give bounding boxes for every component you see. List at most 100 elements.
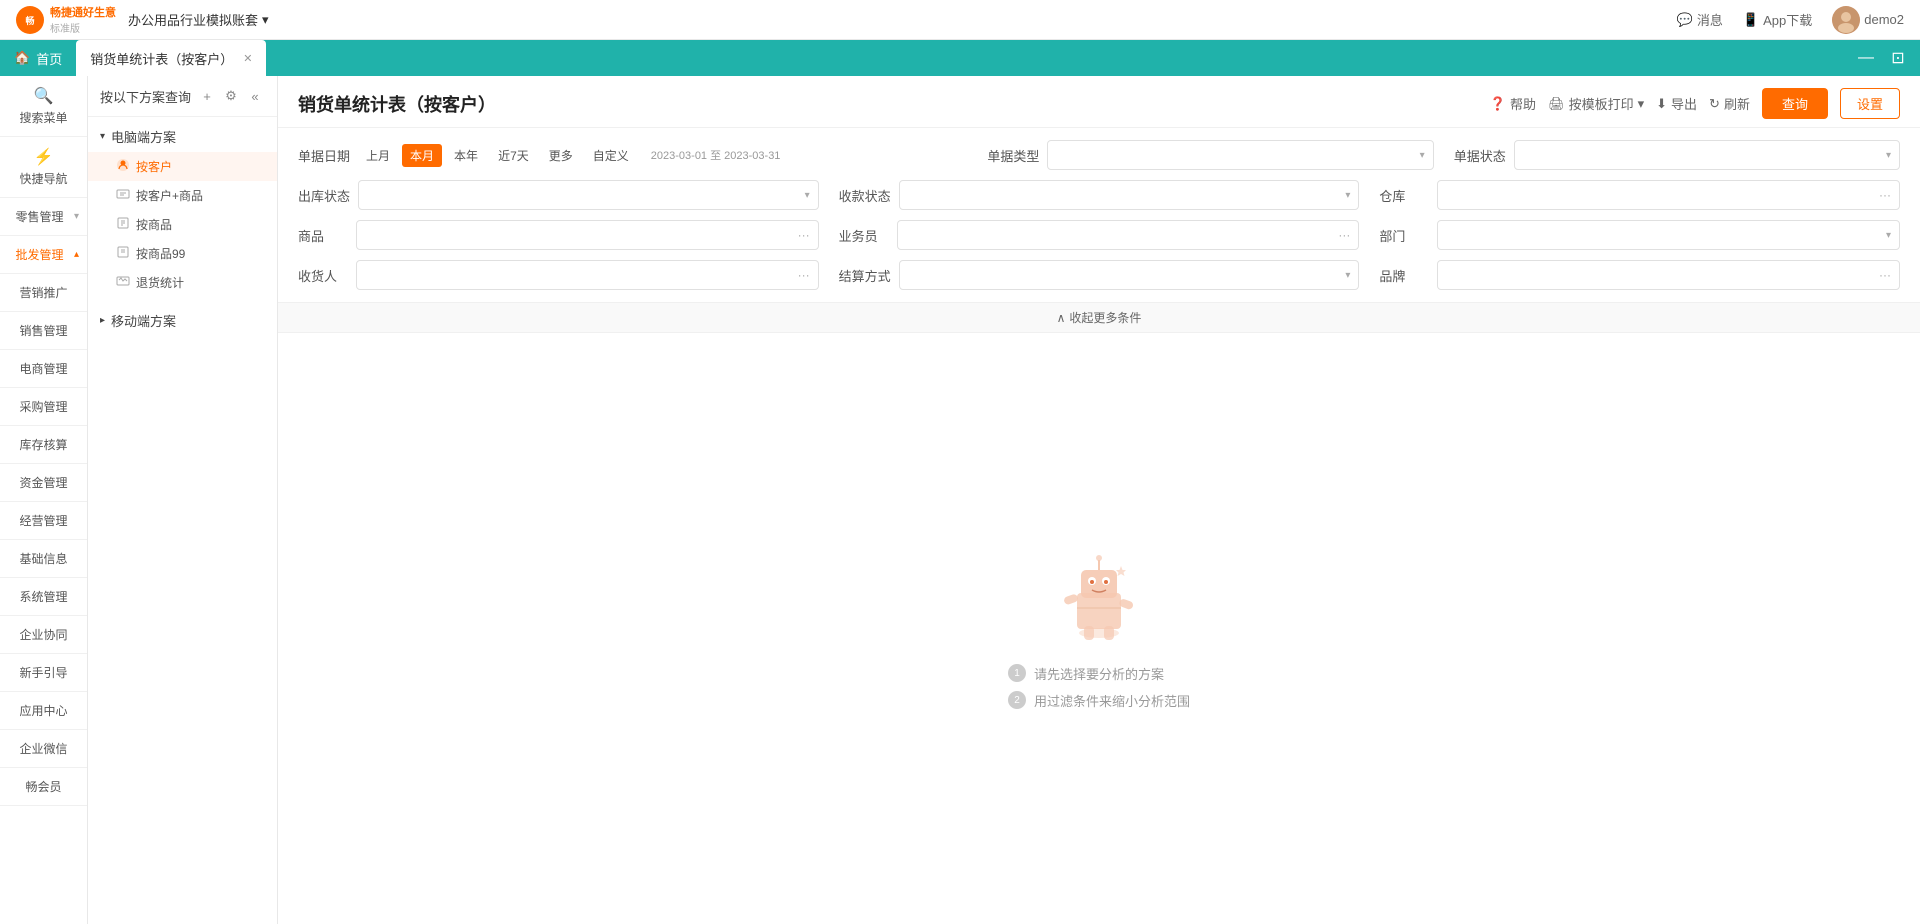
refresh-label: 刷新: [1724, 94, 1750, 113]
add-scheme-button[interactable]: +: [197, 86, 217, 106]
sidebar-item-appcenter[interactable]: 应用中心: [0, 692, 87, 730]
sidebar-item-system[interactable]: 系统管理: [0, 578, 87, 616]
sidebar-item-member[interactable]: 畅会员: [0, 768, 87, 806]
out-status-select[interactable]: ▾: [358, 180, 819, 210]
payment-status-select[interactable]: ▾: [899, 180, 1360, 210]
collapse-panel-button[interactable]: «: [245, 86, 265, 106]
product-select[interactable]: ···: [356, 220, 819, 250]
page-actions: ❓ 帮助 🖨 按模板打印 ▾ ⬇ 导出 ↻ 刷新: [1490, 88, 1900, 119]
scheme-item-by-product-99[interactable]: 按商品99: [88, 239, 277, 268]
sidebar-item-retail[interactable]: 零售管理 ▾: [0, 198, 87, 236]
order-type-label: 单据类型: [987, 146, 1039, 165]
product-label: 商品: [298, 226, 348, 245]
export-button[interactable]: ⬇ 导出: [1656, 94, 1697, 113]
collapse-label: 收起更多条件: [1069, 309, 1141, 326]
home-icon: 🏠: [14, 50, 30, 66]
username-label: demo2: [1864, 12, 1904, 27]
sidebar-item-marketing[interactable]: 营销推广: [0, 274, 87, 312]
scheme-group-desktop-header[interactable]: ▾ 电脑端方案: [88, 121, 277, 152]
chevron-down-icon: ▴: [74, 249, 79, 260]
sidebar-item-newuser[interactable]: 新手引导: [0, 654, 87, 692]
date-tab-thismonth[interactable]: 本月: [402, 144, 442, 167]
sidebar-item-operations[interactable]: 经营管理: [0, 502, 87, 540]
sidebar-item-quicknav[interactable]: ⚡ 快捷导航: [0, 137, 87, 198]
tab-close-icon[interactable]: ✕: [243, 52, 252, 65]
sidebar-item-ecommerce[interactable]: 电商管理: [0, 350, 87, 388]
sidebar-item-sales[interactable]: 销售管理: [0, 312, 87, 350]
dots-icon: ···: [798, 268, 810, 282]
scheme-group-desktop: ▾ 电脑端方案 按客户: [88, 117, 277, 301]
salesperson-select[interactable]: ···: [897, 220, 1360, 250]
date-tab-last7days[interactable]: 近7天: [490, 144, 537, 167]
settlement-select[interactable]: ▾: [899, 260, 1360, 290]
customer-icon: [116, 158, 130, 175]
scheme-item-by-product[interactable]: 按商品: [88, 210, 277, 239]
scheme-item-by-customer[interactable]: 按客户: [88, 152, 277, 181]
chevron-down-icon: ▾: [100, 131, 105, 142]
date-tab-more[interactable]: 更多: [541, 144, 581, 167]
help-button[interactable]: ❓ 帮助: [1490, 94, 1536, 113]
collapse-icon: ∧: [1057, 311, 1066, 325]
account-name: 办公用品行业模拟账套: [128, 10, 258, 29]
query-button[interactable]: 查询: [1762, 88, 1828, 119]
message-button[interactable]: 💬 消息: [1677, 10, 1723, 29]
date-tab-lastmonth[interactable]: 上月: [358, 144, 398, 167]
setting-button[interactable]: 设置: [1840, 88, 1900, 119]
sidebar-item-basic[interactable]: 基础信息: [0, 540, 87, 578]
sidebar-operations-label: 经营管理: [19, 512, 67, 529]
empty-hints: 1 请先选择要分析的方案 2 用过滤条件来缩小分析范围: [1008, 664, 1190, 710]
tab-home[interactable]: 🏠 首页: [0, 40, 76, 76]
brand-label: 品牌: [1379, 266, 1429, 285]
export-label: 导出: [1671, 94, 1697, 113]
date-tab-thisyear[interactable]: 本年: [446, 144, 486, 167]
sidebar-quicknav-label: 快捷导航: [19, 170, 67, 187]
user-profile[interactable]: demo2: [1832, 6, 1904, 34]
scheme-group-mobile-header[interactable]: ▸ 移动端方案: [88, 305, 277, 336]
filter-warehouse: 仓库 ···: [1379, 180, 1900, 210]
sidebar-sales-label: 销售管理: [19, 322, 67, 339]
refresh-button[interactable]: ↻ 刷新: [1709, 94, 1750, 113]
collapse-bar[interactable]: ∧ 收起更多条件: [278, 303, 1920, 333]
receiver-select[interactable]: ···: [356, 260, 819, 290]
print-dropdown-icon: ▾: [1638, 96, 1645, 112]
sidebar-search-label: 搜索菜单: [19, 109, 67, 126]
sidebar-item-inventory[interactable]: 库存核算: [0, 426, 87, 464]
sidebar-item-wholesale[interactable]: 批发管理 ▴: [0, 236, 87, 274]
empty-icon: [1049, 548, 1149, 648]
date-tab-custom[interactable]: 自定义: [585, 144, 637, 167]
sidebar-item-purchase[interactable]: 采购管理: [0, 388, 87, 426]
sidebar-item-wechat[interactable]: 企业微信: [0, 730, 87, 768]
refresh-icon: ↻: [1709, 96, 1720, 112]
filter-brand: 品牌 ···: [1379, 260, 1900, 290]
refund-icon: [116, 274, 130, 291]
date-range-text: 2023-03-01 至 2023-03-31: [651, 147, 781, 163]
scheme-item-by-customer-product[interactable]: 按客户+商品: [88, 181, 277, 210]
sidebar-item-finance[interactable]: 资金管理: [0, 464, 87, 502]
download-icon: 📱: [1743, 12, 1759, 28]
sidebar-item-cooperation[interactable]: 企业协同: [0, 616, 87, 654]
sidebar-wechat-label: 企业微信: [19, 740, 67, 757]
tab-maximize-button[interactable]: ⊡: [1886, 46, 1910, 70]
product99-icon: [116, 245, 130, 262]
brand-select[interactable]: ···: [1437, 260, 1900, 290]
tab-sales-stat[interactable]: 销货单统计表（按客户） ✕: [76, 40, 266, 76]
header-left: 畅 畅捷通好生意 标准版 办公用品行业模拟账套 ▾: [16, 4, 269, 35]
filter-product: 商品 ···: [298, 220, 819, 250]
scheme-item-refund-stat[interactable]: 退货统计: [88, 268, 277, 297]
order-type-select[interactable]: ▾: [1047, 140, 1433, 170]
template-print-button[interactable]: 🖨 按模板打印 ▾: [1548, 94, 1644, 113]
department-select[interactable]: ▾: [1437, 220, 1900, 250]
collapse-button[interactable]: ∧ 收起更多条件: [1057, 309, 1142, 326]
tab-minimize-button[interactable]: —: [1854, 46, 1878, 70]
scheme-settings-button[interactable]: ⚙: [221, 86, 241, 106]
filter-receiver: 收货人 ···: [298, 260, 819, 290]
settlement-label: 结算方式: [839, 266, 891, 285]
scheme-group-mobile-label: 移动端方案: [111, 311, 176, 330]
sidebar-member-label: 畅会员: [25, 778, 61, 795]
empty-hint-2-text: 用过滤条件来缩小分析范围: [1034, 691, 1190, 710]
sidebar-item-search[interactable]: 🔍 搜索菜单: [0, 76, 87, 137]
order-status-select[interactable]: ▾: [1514, 140, 1900, 170]
app-download-button[interactable]: 📱 App下载: [1743, 10, 1812, 29]
warehouse-select[interactable]: ···: [1437, 180, 1900, 210]
account-selector[interactable]: 办公用品行业模拟账套 ▾: [128, 10, 269, 29]
